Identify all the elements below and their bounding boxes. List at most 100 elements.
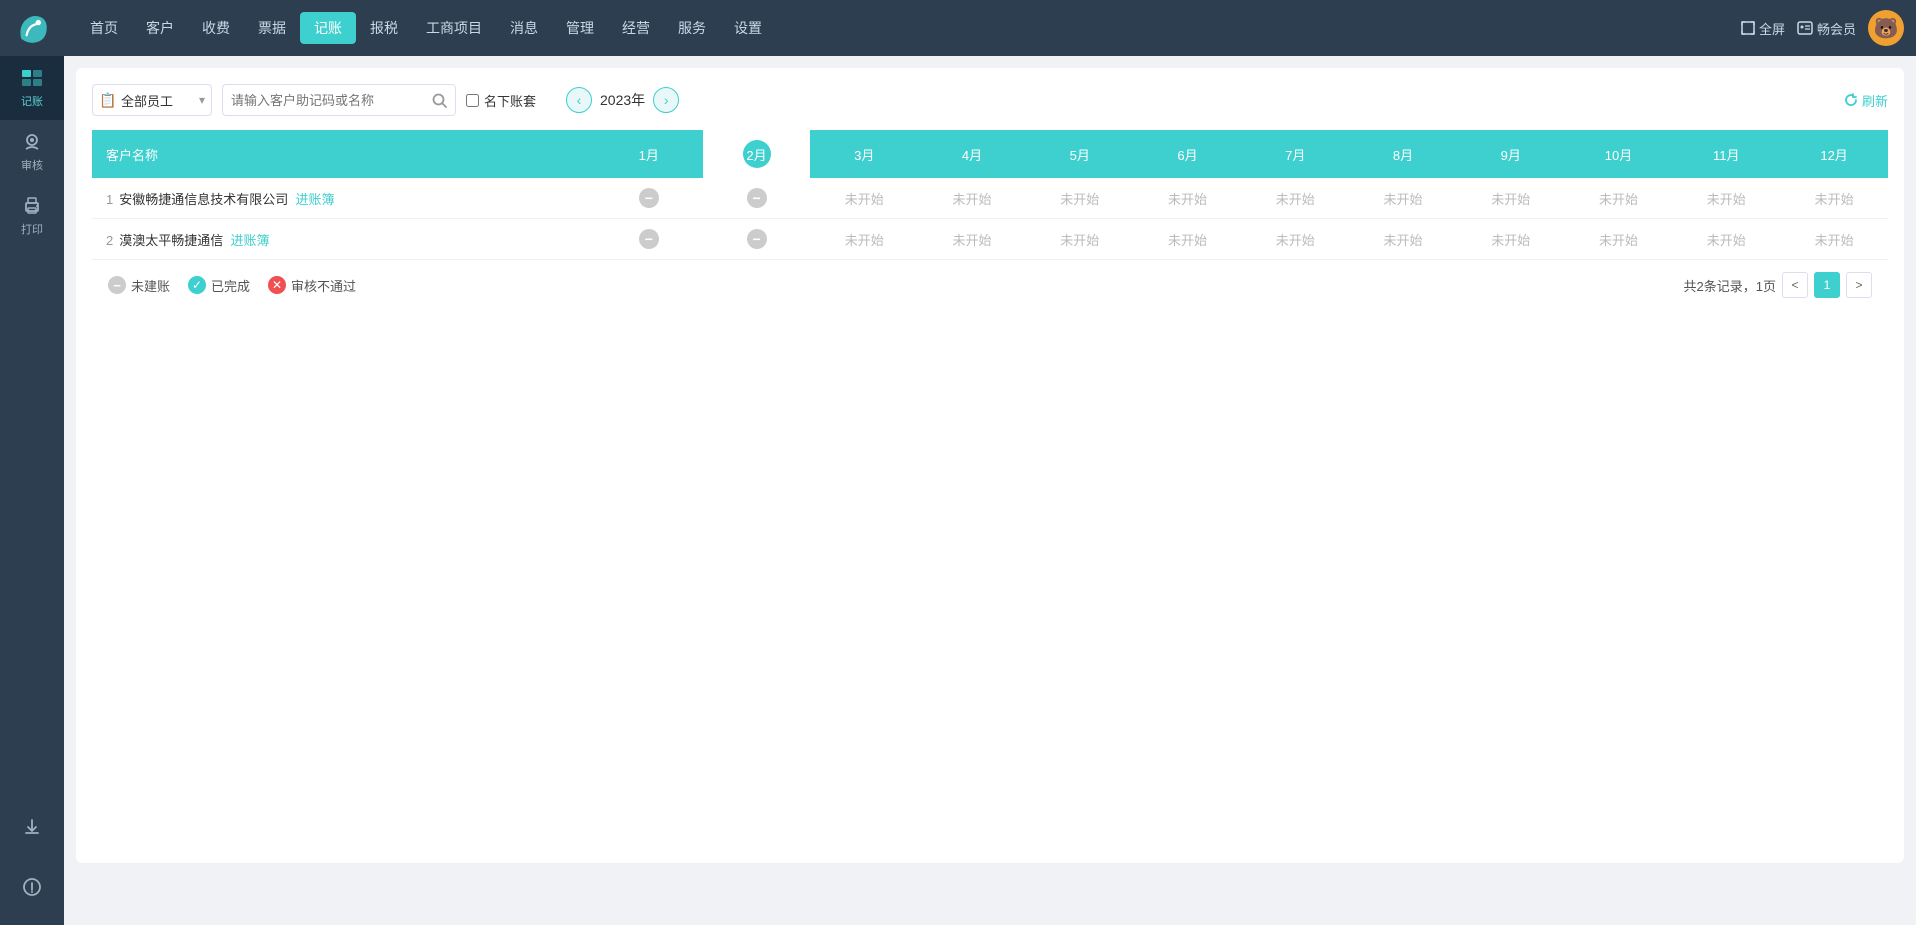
page-prev-button[interactable]: < [1782, 272, 1808, 298]
table-cell-month-8: 未开始 [1349, 178, 1457, 219]
table-cell-month-3: 未开始 [810, 178, 918, 219]
status-not-started: 未开始 [953, 233, 992, 248]
status-dash-icon: − [639, 229, 659, 249]
content-area: 📋 全部员工 ▾ 名下账套 [64, 56, 1916, 925]
sidebar-print-label: 打印 [21, 221, 43, 237]
nav-customers[interactable]: 客户 [132, 12, 188, 44]
sidebar-item-print[interactable]: 打印 [0, 184, 64, 248]
status-not-started: 未开始 [1599, 233, 1638, 248]
table-cell-month-1: − [595, 219, 703, 260]
status-not-started: 未开始 [1060, 192, 1099, 207]
th-month-12: 12月 [1780, 130, 1888, 178]
my-accounts-checkbox[interactable] [466, 94, 479, 107]
status-not-started: 未开始 [1060, 233, 1099, 248]
th-month-10: 10月 [1565, 130, 1673, 178]
nav-bookkeeping[interactable]: 记账 [300, 12, 356, 44]
search-input[interactable] [223, 93, 423, 108]
nav-tax[interactable]: 报税 [356, 12, 412, 44]
table-cell-month-7: 未开始 [1241, 219, 1349, 260]
status-not-started: 未开始 [1599, 192, 1638, 207]
status-dash-icon: − [747, 188, 767, 208]
table-cell-month-5: 未开始 [1026, 219, 1134, 260]
sidebar-item-bookkeeping[interactable]: 记账 [0, 56, 64, 120]
enter-ledger-link[interactable]: 进账簿 [295, 192, 334, 207]
fullscreen-label: 全屏 [1759, 19, 1785, 38]
th-month-3: 3月 [810, 130, 918, 178]
page-current-button[interactable]: 1 [1814, 272, 1840, 298]
legend-not-created-label: 未建账 [131, 276, 170, 295]
avatar[interactable]: 🐻 [1868, 10, 1904, 46]
table-cell-month-10: 未开始 [1565, 219, 1673, 260]
table-cell-month-6: 未开始 [1134, 178, 1242, 219]
nav-billing[interactable]: 收费 [188, 12, 244, 44]
status-not-started: 未开始 [953, 192, 992, 207]
th-client-name: 客户名称 [92, 130, 595, 178]
nav-home[interactable]: 首页 [76, 12, 132, 44]
status-not-started: 未开始 [1707, 233, 1746, 248]
nav-services[interactable]: 服务 [664, 12, 720, 44]
company-name: 安徽畅捷通信息技术有限公司 [119, 192, 288, 207]
pagination-total: 共2条记录，1页 [1684, 276, 1776, 295]
table-header-row: 客户名称 1月 2月 3月 4月 5月 6月 7月 8月 9月 10月 11月 [92, 130, 1888, 178]
th-month-4: 4月 [918, 130, 1026, 178]
table-cell-month-1: − [595, 178, 703, 219]
topnav: 首页 客户 收费 票据 记账 报税 工商项目 消息 管理 经营 服务 设置 全屏 [64, 0, 1916, 56]
sidebar-item-support[interactable] [0, 859, 64, 915]
th-month-5: 5月 [1026, 130, 1134, 178]
search-button[interactable] [423, 84, 455, 116]
legend-not-passed-label: 审核不通过 [291, 276, 356, 295]
main-wrapper: 首页 客户 收费 票据 记账 报税 工商项目 消息 管理 经营 服务 设置 全屏 [64, 0, 1916, 925]
table-cell-month-11: 未开始 [1672, 219, 1780, 260]
enter-ledger-link[interactable]: 进账簿 [230, 233, 269, 248]
sidebar-item-download[interactable] [0, 799, 64, 855]
table-cell-month-5: 未开始 [1026, 178, 1134, 219]
topnav-right: 全屏 畅会员 🐻 [1741, 10, 1904, 46]
booking-table: 客户名称 1月 2月 3月 4月 5月 6月 7月 8月 9月 10月 11月 [92, 130, 1888, 260]
nav-bizitems[interactable]: 工商项目 [412, 12, 496, 44]
sidebar-audit-label: 审核 [21, 157, 43, 173]
nav-manage[interactable]: 管理 [552, 12, 608, 44]
table-cell-month-4: 未开始 [918, 219, 1026, 260]
th-month-2: 2月 [703, 130, 811, 178]
search-wrap [222, 84, 456, 116]
employee-select-arrow: ▾ [199, 93, 205, 107]
status-dash-icon: − [747, 229, 767, 249]
table-row: 1安徽畅捷通信息技术有限公司 进账簿−−未开始未开始未开始未开始未开始未开始未开… [92, 178, 1888, 219]
nav-messages[interactable]: 消息 [496, 12, 552, 44]
table-cell-month-2: − [703, 178, 811, 219]
table-cell-month-11: 未开始 [1672, 178, 1780, 219]
download-icon [18, 816, 46, 838]
nav-operations[interactable]: 经营 [608, 12, 664, 44]
year-nav: ‹ 2023年 › [566, 87, 679, 113]
my-accounts-label[interactable]: 名下账套 [484, 91, 536, 110]
main-card: 📋 全部员工 ▾ 名下账套 [76, 68, 1904, 863]
company-name: 漠澳太平畅捷通信 [119, 233, 223, 248]
fullscreen-button[interactable]: 全屏 [1741, 19, 1785, 38]
table-cell-company: 1安徽畅捷通信息技术有限公司 进账簿 [92, 178, 595, 219]
audit-icon [18, 131, 46, 153]
year-next-button[interactable]: › [653, 87, 679, 113]
employee-select-wrap[interactable]: 📋 全部员工 ▾ [92, 84, 212, 116]
status-not-started: 未开始 [1707, 192, 1746, 207]
refresh-button[interactable]: 刷新 [1844, 91, 1888, 110]
th-month-6: 6月 [1134, 130, 1242, 178]
print-icon [18, 195, 46, 217]
sidebar-item-audit[interactable]: 审核 [0, 120, 64, 184]
member-button[interactable]: 畅会员 [1797, 19, 1856, 38]
member-label: 畅会员 [1817, 19, 1856, 38]
nav-settings[interactable]: 设置 [720, 12, 776, 44]
table-body: 1安徽畅捷通信息技术有限公司 进账簿−−未开始未开始未开始未开始未开始未开始未开… [92, 178, 1888, 260]
nav-invoices[interactable]: 票据 [244, 12, 300, 44]
status-not-started: 未开始 [1815, 192, 1854, 207]
sidebar-bookkeeping-label: 记账 [21, 93, 43, 109]
status-not-started: 未开始 [1384, 233, 1423, 248]
legend-completed-icon: ✓ [188, 276, 206, 294]
my-accounts-checkbox-wrap[interactable]: 名下账套 [466, 91, 536, 110]
year-prev-button[interactable]: ‹ [566, 87, 592, 113]
pagination: 共2条记录，1页 < 1 > [1684, 272, 1872, 298]
status-not-started: 未开始 [1491, 233, 1530, 248]
status-not-started: 未开始 [845, 192, 884, 207]
status-not-started: 未开始 [1815, 233, 1854, 248]
page-next-button[interactable]: > [1846, 272, 1872, 298]
table-cell-company: 2漠澳太平畅捷通信 进账簿 [92, 219, 595, 260]
